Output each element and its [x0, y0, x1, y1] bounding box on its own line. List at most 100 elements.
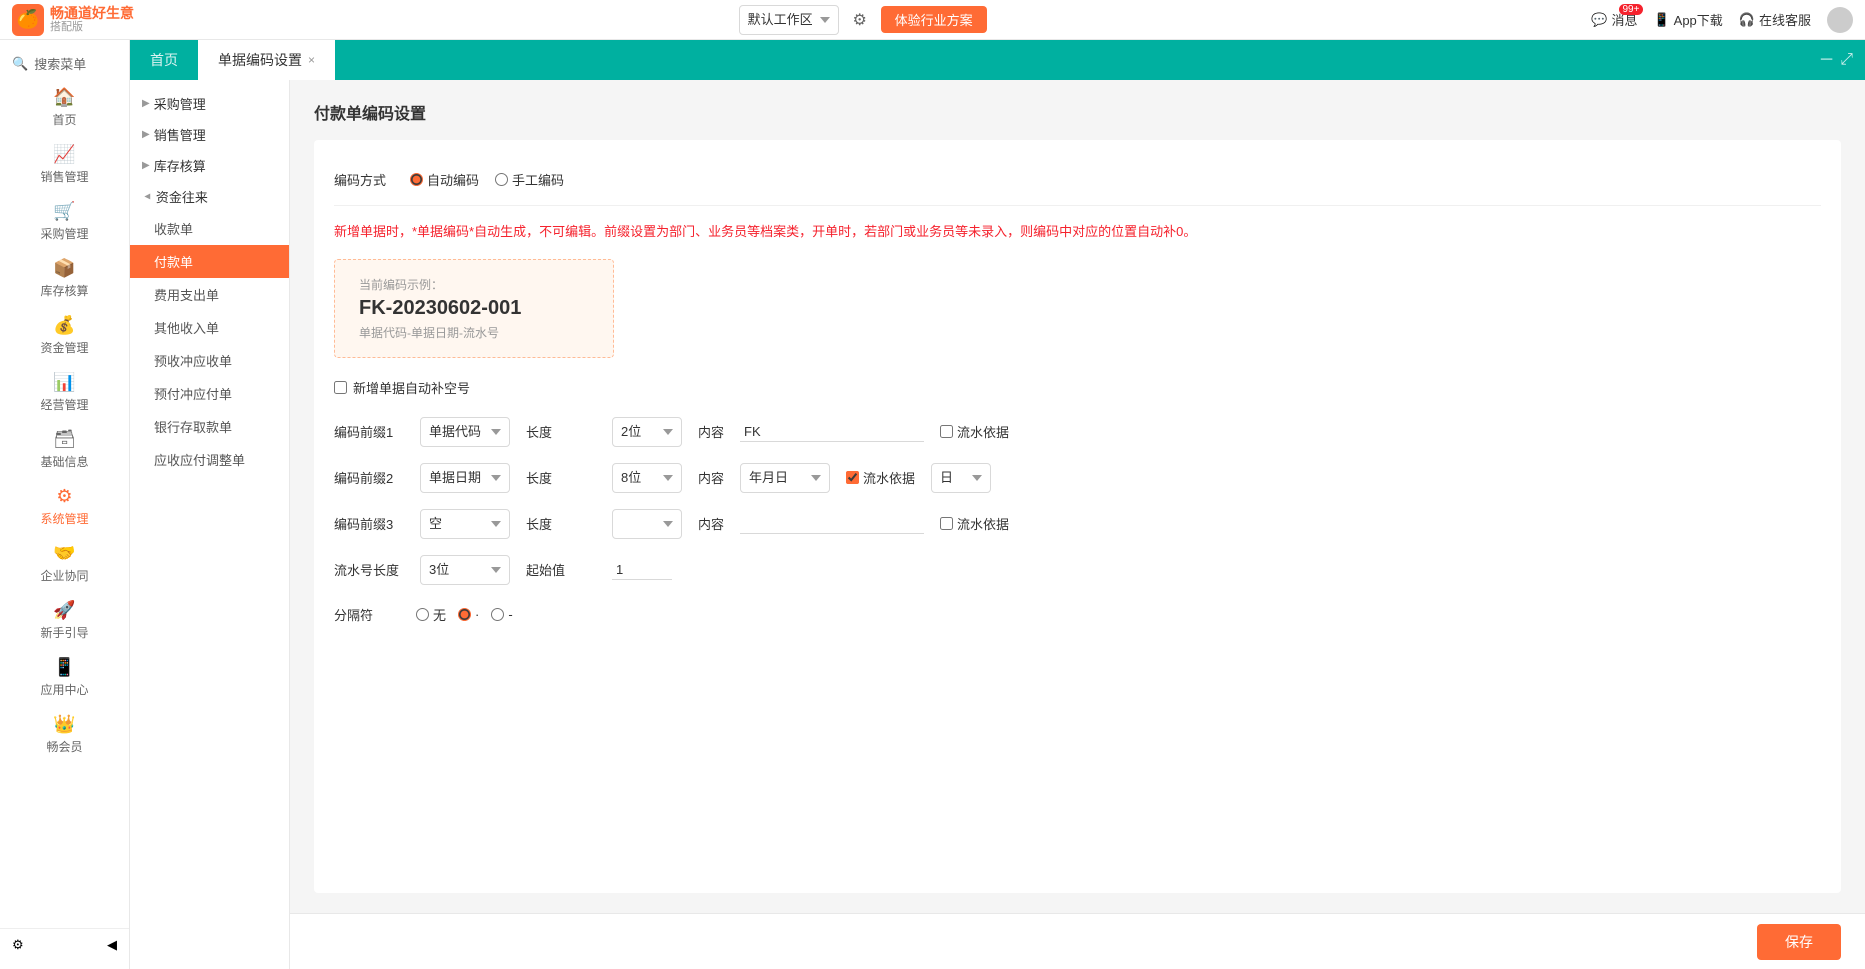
- sidebar-item-apps[interactable]: 📱 应用中心: [0, 649, 129, 706]
- sidebar-item-home[interactable]: 🏠 首页: [0, 79, 129, 136]
- prefix2-label: 编码前缀2: [334, 468, 404, 487]
- page-wrapper: 付款单编码设置 编码方式 自动编码 手工编码: [290, 80, 1865, 969]
- prefix2-row: 编码前缀2 单据日期 长度 8位 内容 年月日 年月: [334, 463, 1821, 493]
- sec-item-adjustment[interactable]: 应收应付调整单: [130, 443, 289, 476]
- prefix1-content-label: 内容: [698, 422, 724, 441]
- manual-code-radio-label[interactable]: 手工编码: [495, 170, 564, 189]
- prefix3-serial-checkbox[interactable]: [940, 517, 953, 530]
- auto-fill-checkbox[interactable]: [334, 381, 347, 394]
- auto-fill-row: 新增单据自动补空号: [334, 378, 1821, 397]
- sec-item-bank[interactable]: 银行存取款单: [130, 410, 289, 443]
- page-content: 付款单编码设置 编码方式 自动编码 手工编码: [290, 80, 1865, 913]
- operations-icon: 📊: [53, 372, 75, 393]
- service-icon: 🎧: [1739, 12, 1755, 28]
- prefix2-content-select[interactable]: 年月日 年月 年: [740, 463, 830, 493]
- sidebar-item-membership[interactable]: 👑 畅会员: [0, 706, 129, 763]
- sidebar-item-guide[interactable]: 🚀 新手引导: [0, 592, 129, 649]
- message-badge: 99+: [1619, 4, 1644, 15]
- tab-encoding-settings[interactable]: 单据编码设置 ×: [198, 40, 335, 80]
- auto-fill-label: 新增单据自动补空号: [353, 378, 470, 397]
- prefix3-content-label: 内容: [698, 514, 724, 533]
- separator-label: 分隔符: [334, 605, 404, 624]
- tab-close-icon[interactable]: ×: [308, 53, 315, 67]
- sec-item-advance-receipt[interactable]: 预收冲应收单: [130, 344, 289, 377]
- content-area: 首页 单据编码设置 × ─ ⤢ ▶ 采购管理 ▶ 销售管理: [130, 40, 1865, 969]
- settings-bottom-icon[interactable]: ⚙: [12, 937, 24, 953]
- prefix2-serial-label[interactable]: 流水依据: [846, 468, 915, 487]
- window-expand-icon[interactable]: ⤢: [1840, 51, 1853, 69]
- topbar-center: 默认工作区 ⚙ 体验行业方案: [739, 5, 987, 35]
- prefix1-length-label: 长度: [526, 422, 596, 441]
- sec-item-payment[interactable]: 付款单: [130, 245, 289, 278]
- save-button[interactable]: 保存: [1757, 924, 1841, 960]
- home-icon: 🏠: [53, 87, 75, 108]
- sidebar-item-finance[interactable]: 💰 资金管理: [0, 307, 129, 364]
- sidebar-item-basic[interactable]: 🗃 基础信息: [0, 421, 129, 478]
- auto-code-radio[interactable]: [410, 173, 423, 186]
- prefix2-serial-checkbox[interactable]: [846, 471, 859, 484]
- sec-item-receipt[interactable]: 收款单: [130, 212, 289, 245]
- membership-icon: 👑: [53, 714, 75, 735]
- user-avatar[interactable]: [1827, 7, 1853, 33]
- prefix1-select[interactable]: 单据代码: [420, 417, 510, 447]
- secondary-sidebar: ▶ 采购管理 ▶ 销售管理 ▶ 库存核算 ▼ 资金往来 收款单 付款单 费用支出…: [130, 80, 290, 969]
- sidebar-item-sales[interactable]: 📈 销售管理: [0, 136, 129, 193]
- sidebar-item-system[interactable]: ⚙ 系统管理: [0, 478, 129, 535]
- prefix2-content-label: 内容: [698, 468, 724, 487]
- finance-icon: 💰: [53, 315, 75, 336]
- sidebar-item-purchase[interactable]: 🛒 采购管理: [0, 193, 129, 250]
- prefix3-select[interactable]: 空: [420, 509, 510, 539]
- tab-home[interactable]: 首页: [130, 40, 198, 80]
- search-menu-item[interactable]: 🔍 搜索菜单: [0, 48, 129, 79]
- sidebar-item-operations[interactable]: 📊 经营管理: [0, 364, 129, 421]
- message-item[interactable]: 💬 消息 99+: [1591, 10, 1637, 29]
- experience-button[interactable]: 体验行业方案: [881, 6, 987, 33]
- collapse-icon[interactable]: ◀: [107, 937, 117, 953]
- sidebar-bottom: ⚙ ◀: [0, 928, 129, 961]
- apps-icon: 📱: [53, 657, 75, 678]
- basic-icon: 🗃: [53, 429, 76, 450]
- prefix2-select[interactable]: 单据日期: [420, 463, 510, 493]
- prefix1-length-select[interactable]: 2位: [612, 417, 682, 447]
- auto-code-radio-label[interactable]: 自动编码: [410, 170, 479, 189]
- sec-group-sales[interactable]: ▶ 销售管理: [130, 119, 289, 150]
- window-minimize-icon[interactable]: ─: [1821, 51, 1832, 69]
- info-text: 新增单据时，*单据编码*自动生成，不可编辑。前缀设置为部门、业务员等档案类，开单…: [334, 222, 1821, 243]
- sidebar: 🔍 搜索菜单 🏠 首页 📈 销售管理 🛒 采购管理 📦 库存核算 💰 资金管理 …: [0, 40, 130, 969]
- prefix1-serial-checkbox[interactable]: [940, 425, 953, 438]
- sep-dash-label[interactable]: -: [491, 607, 512, 622]
- prefix2-day-select[interactable]: 日 月 年: [931, 463, 991, 493]
- sec-group-capital[interactable]: ▼ 资金往来: [130, 181, 289, 212]
- sep-dot-label[interactable]: ·: [458, 607, 479, 622]
- online-service-item[interactable]: 🎧 在线客服: [1739, 10, 1811, 29]
- logo-icon: 🍊: [12, 4, 44, 36]
- prefix3-length-select[interactable]: [612, 509, 682, 539]
- prefix3-label: 编码前缀3: [334, 514, 404, 533]
- sec-item-other-income[interactable]: 其他收入单: [130, 311, 289, 344]
- settings-icon[interactable]: ⚙: [847, 7, 873, 33]
- separator-row: 分隔符 无 · -: [334, 605, 1821, 624]
- sep-none-label[interactable]: 无: [416, 605, 446, 624]
- logo-text: 畅通道好生意 搭配版: [50, 5, 134, 35]
- topbar: 🍊 畅通道好生意 搭配版 默认工作区 ⚙ 体验行业方案 💬 消息 99+ 📱 A…: [0, 0, 1865, 40]
- sep-dash-radio[interactable]: [491, 608, 504, 621]
- sep-none-radio[interactable]: [416, 608, 429, 621]
- sec-group-purchase[interactable]: ▶ 采购管理: [130, 88, 289, 119]
- sidebar-item-inventory[interactable]: 📦 库存核算: [0, 250, 129, 307]
- sec-item-advance-payment[interactable]: 预付冲应付单: [130, 377, 289, 410]
- sales-arrow-icon: ▶: [142, 129, 150, 140]
- prefix2-length-select[interactable]: 8位: [612, 463, 682, 493]
- workspace-select[interactable]: 默认工作区: [739, 5, 839, 35]
- sidebar-item-enterprise[interactable]: 🤝 企业协同: [0, 535, 129, 592]
- prefix3-content-input[interactable]: [740, 514, 924, 534]
- manual-code-radio[interactable]: [495, 173, 508, 186]
- prefix1-content-input[interactable]: [740, 422, 924, 442]
- serial-length-select[interactable]: 3位 4位 5位 6位: [420, 555, 510, 585]
- body-area: ▶ 采购管理 ▶ 销售管理 ▶ 库存核算 ▼ 资金往来 收款单 付款单 费用支出…: [130, 80, 1865, 969]
- app-download-item[interactable]: 📱 App下载: [1653, 10, 1722, 29]
- prefix3-length-label: 长度: [526, 514, 596, 533]
- sec-group-inventory[interactable]: ▶ 库存核算: [130, 150, 289, 181]
- serial-start-input[interactable]: [612, 560, 672, 580]
- sec-item-expense[interactable]: 费用支出单: [130, 278, 289, 311]
- sep-dot-radio[interactable]: [458, 608, 471, 621]
